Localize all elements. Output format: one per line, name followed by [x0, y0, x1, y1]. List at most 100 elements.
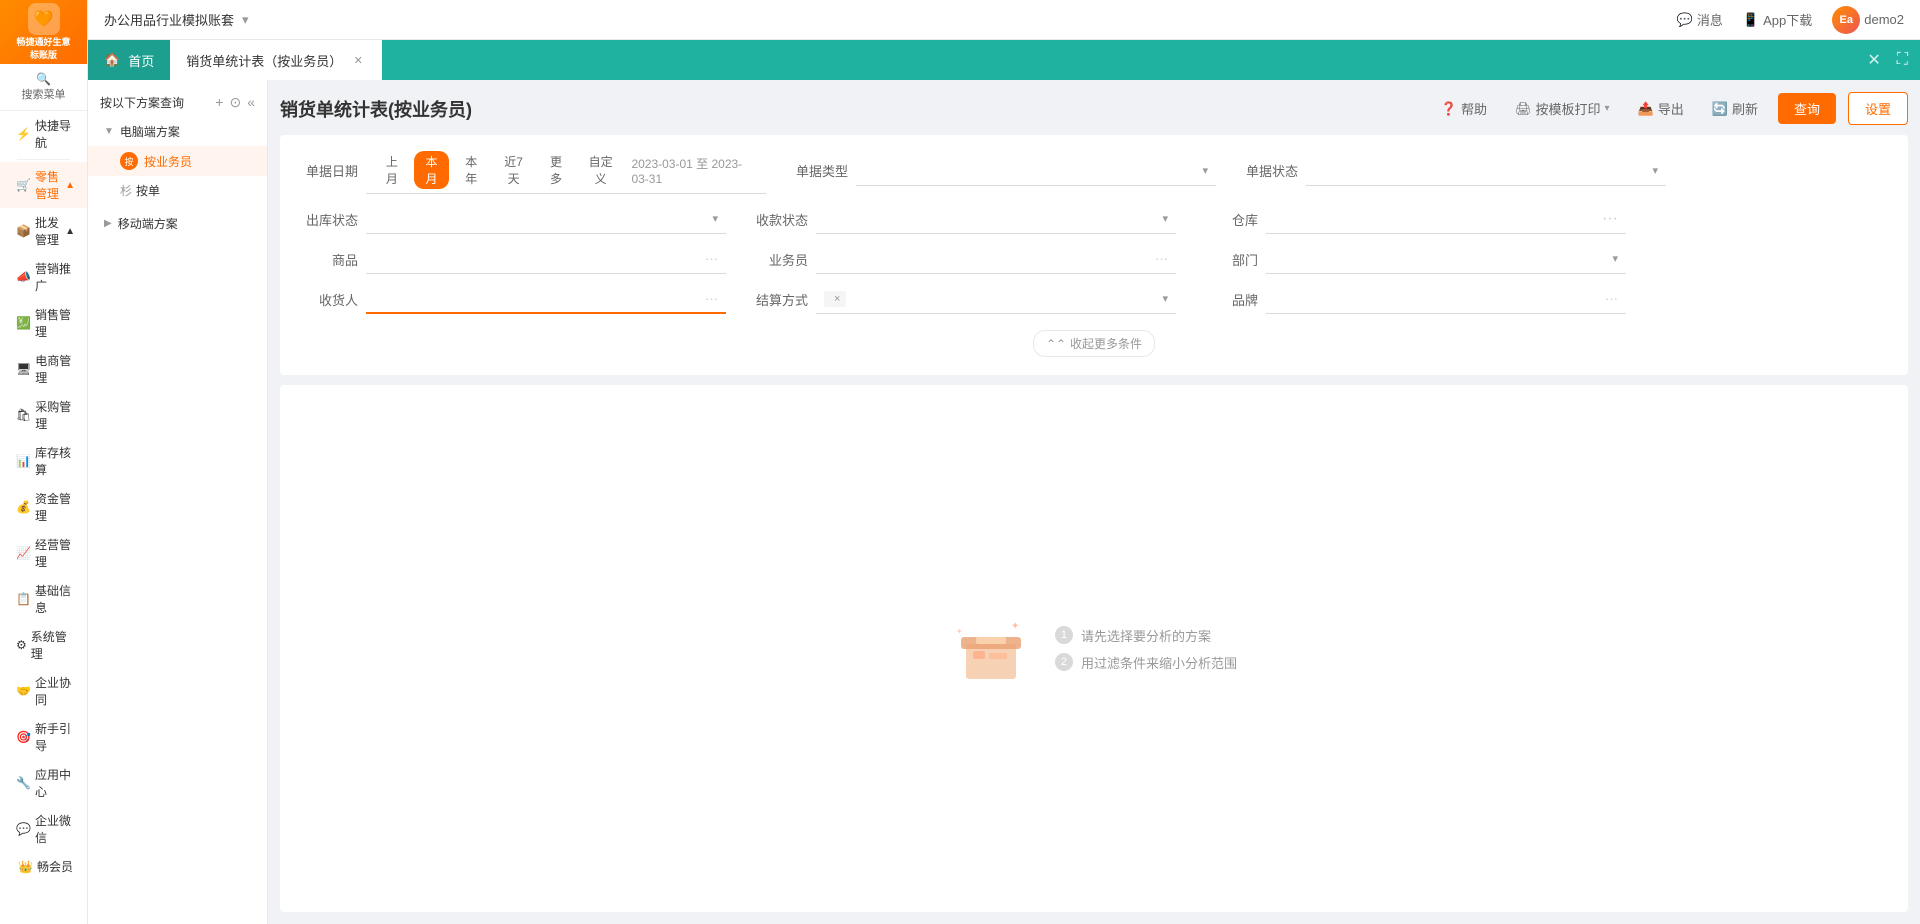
tab-home[interactable]: 🏠 首页: [88, 40, 170, 80]
department-field[interactable]: ▾: [1266, 244, 1626, 274]
finance-icon: 💰: [16, 500, 31, 514]
retail-label: 零售管理: [35, 168, 61, 202]
app-download-btn[interactable]: 📱 App下载: [1743, 10, 1812, 29]
collapse-label: 收起更多条件: [1070, 335, 1142, 352]
settings-btn[interactable]: 设置: [1848, 92, 1908, 125]
date-label: 单据日期: [296, 161, 366, 180]
salesman-field[interactable]: ···: [816, 244, 1176, 274]
wholesale-label: 批发管理: [35, 214, 61, 248]
tab-sales-close[interactable]: ✕: [350, 52, 366, 68]
sidebar-item-sales[interactable]: 💹 销售管理: [0, 300, 87, 346]
sidebar-item-retail[interactable]: 🛒 零售管理 ▲: [0, 162, 87, 208]
collapse-btn[interactable]: ⌃⌃ 收起更多条件: [1033, 330, 1155, 357]
wechat-icon: 💬: [16, 822, 31, 836]
sidebar-item-newbie[interactable]: 🎯 新手引导: [0, 714, 87, 760]
warehouse-field[interactable]: ···: [1266, 204, 1626, 234]
receiver-field[interactable]: ···: [366, 284, 726, 314]
system-icon: ⚙: [16, 638, 27, 652]
sidebar-item-system[interactable]: ⚙ 系统管理: [0, 622, 87, 668]
tree-item-by-order[interactable]: 杉 按单: [88, 176, 267, 205]
tip-num-1: 1: [1055, 626, 1073, 644]
date-btn-more[interactable]: 更多: [538, 151, 574, 189]
sidebar-item-ecommerce[interactable]: 🖥 电商管理: [0, 346, 87, 392]
appstore-icon: 🔧: [16, 776, 31, 790]
wholesale-icon: 📦: [16, 224, 31, 238]
filter-row-1: 单据日期 上月 本月 本年 近7天 更多 自定义 2023-03-01 至 20…: [296, 147, 1892, 194]
basic-label: 基础信息: [35, 582, 75, 616]
sidebar-item-purchase[interactable]: 🛍 采购管理: [0, 392, 87, 438]
tab-sales-report[interactable]: 销货单统计表（按业务员） ✕: [170, 40, 382, 80]
export-btn[interactable]: 📤 导出: [1630, 95, 1692, 122]
date-btn-last-7days[interactable]: 近7天: [493, 151, 534, 189]
svg-text:✦: ✦: [956, 627, 963, 636]
tip-text-1: 请先选择要分析的方案: [1081, 626, 1211, 645]
member-icon: 👑: [18, 860, 33, 874]
mobile-label: 移动端方案: [118, 215, 178, 232]
app-logo[interactable]: 🧡 畅捷通好生意 标账版: [0, 0, 88, 64]
content: 按以下方案查询 + ⊙ « ▼ 电脑端方案 按 按业务员 杉 按单: [88, 80, 1920, 924]
collapse-up-icon: ⌃⌃: [1046, 337, 1066, 351]
add-scheme-btn[interactable]: +: [215, 94, 223, 111]
collapse-panel-btn[interactable]: «: [247, 94, 255, 111]
doc-status-field[interactable]: ▾: [1306, 156, 1666, 186]
empty-tips: 1 请先选择要分析的方案 2 用过滤条件来缩小分析范围: [1055, 626, 1237, 672]
tree-item-by-salesman[interactable]: 按 按业务员: [88, 146, 267, 176]
company-dropdown-icon[interactable]: ▾: [242, 12, 249, 28]
mobile-arrow: ▶: [104, 218, 112, 229]
doc-status-label: 单据状态: [1236, 161, 1306, 180]
retail-arrow: ▲: [65, 180, 75, 191]
sidebar-item-basic[interactable]: 📋 基础信息: [0, 576, 87, 622]
date-btn-last-month[interactable]: 上月: [374, 151, 410, 189]
left-panel-actions: + ⊙ «: [215, 94, 255, 111]
payment-tag-close[interactable]: ×: [834, 293, 840, 305]
refresh-btn[interactable]: 🔄 刷新: [1704, 95, 1766, 122]
date-btn-current-year[interactable]: 本年: [453, 151, 489, 189]
receiver-dots-icon: ···: [705, 291, 718, 306]
brand-field[interactable]: ···: [1266, 284, 1626, 314]
template-print-btn[interactable]: 🖨 按模板打印 ▾: [1507, 95, 1618, 122]
sidebar-item-finance[interactable]: 💰 资金管理: [0, 484, 87, 530]
sidebar-item-appstore[interactable]: 🔧 应用中心: [0, 760, 87, 806]
svg-text:✦: ✦: [1011, 621, 1019, 632]
marketing-icon: 📣: [16, 270, 31, 284]
sidebar-search[interactable]: 🔍 搜索菜单: [0, 64, 87, 111]
sidebar-item-marketing[interactable]: 📣 营销推广: [0, 254, 87, 300]
receive-status-arrow: ▾: [1162, 212, 1168, 225]
settings-scheme-btn[interactable]: ⊙: [229, 94, 241, 111]
close-tab-btn[interactable]: ✕: [1863, 46, 1884, 74]
sidebar-item-wechat[interactable]: 💬 企业微信: [0, 806, 87, 852]
out-status-field[interactable]: ▾: [366, 204, 726, 234]
member-label: 畅会员: [37, 858, 73, 875]
help-btn[interactable]: ❓ 帮助: [1433, 95, 1495, 122]
tree-desktop[interactable]: ▼ 电脑端方案: [88, 117, 267, 146]
sidebar-item-enterprise[interactable]: 🤝 企业协同: [0, 668, 87, 714]
desktop-arrow: ▼: [104, 126, 114, 137]
message-btn[interactable]: 💬 消息: [1677, 10, 1723, 29]
tabbar-actions: ✕ ⛶: [1863, 46, 1920, 74]
date-btn-current-month[interactable]: 本月: [414, 151, 450, 189]
collapse-row: ⌃⌃ 收起更多条件: [296, 324, 1892, 363]
sidebar-item-operations[interactable]: 📈 经营管理: [0, 530, 87, 576]
receive-status-field[interactable]: ▾: [816, 204, 1176, 234]
topbar-left: 办公用品行业模拟账套 ▾: [104, 10, 249, 29]
search-label: 搜索菜单: [0, 86, 87, 102]
sidebar-item-member[interactable]: 👑 畅会员: [2, 852, 85, 881]
inventory-icon: 📊: [16, 454, 31, 468]
sidebar-item-quick-nav[interactable]: ⚡ 快捷导航: [0, 111, 87, 157]
doc-type-field[interactable]: ▾: [856, 156, 1216, 186]
tip-num-2: 2: [1055, 653, 1073, 671]
doc-status-arrow: ▾: [1652, 164, 1658, 177]
date-btn-custom[interactable]: 自定义: [578, 151, 624, 189]
ecommerce-icon: 🖥: [16, 362, 31, 376]
sidebar-item-wholesale[interactable]: 📦 批发管理 ▲: [0, 208, 87, 254]
payment-method-field[interactable]: × ▾: [816, 284, 1176, 314]
warehouse-label: 仓库: [1196, 210, 1266, 229]
user-info[interactable]: Ea demo2: [1832, 6, 1904, 34]
expand-btn[interactable]: ⛶: [1893, 47, 1912, 73]
home-icon: 🏠: [104, 52, 120, 68]
page-title: 销货单统计表(按业务员): [280, 96, 472, 122]
query-btn[interactable]: 查询: [1778, 93, 1836, 124]
goods-field[interactable]: ···: [366, 244, 726, 274]
sidebar-item-inventory[interactable]: 📊 库存核算: [0, 438, 87, 484]
tree-mobile[interactable]: ▶ 移动端方案: [88, 209, 267, 238]
